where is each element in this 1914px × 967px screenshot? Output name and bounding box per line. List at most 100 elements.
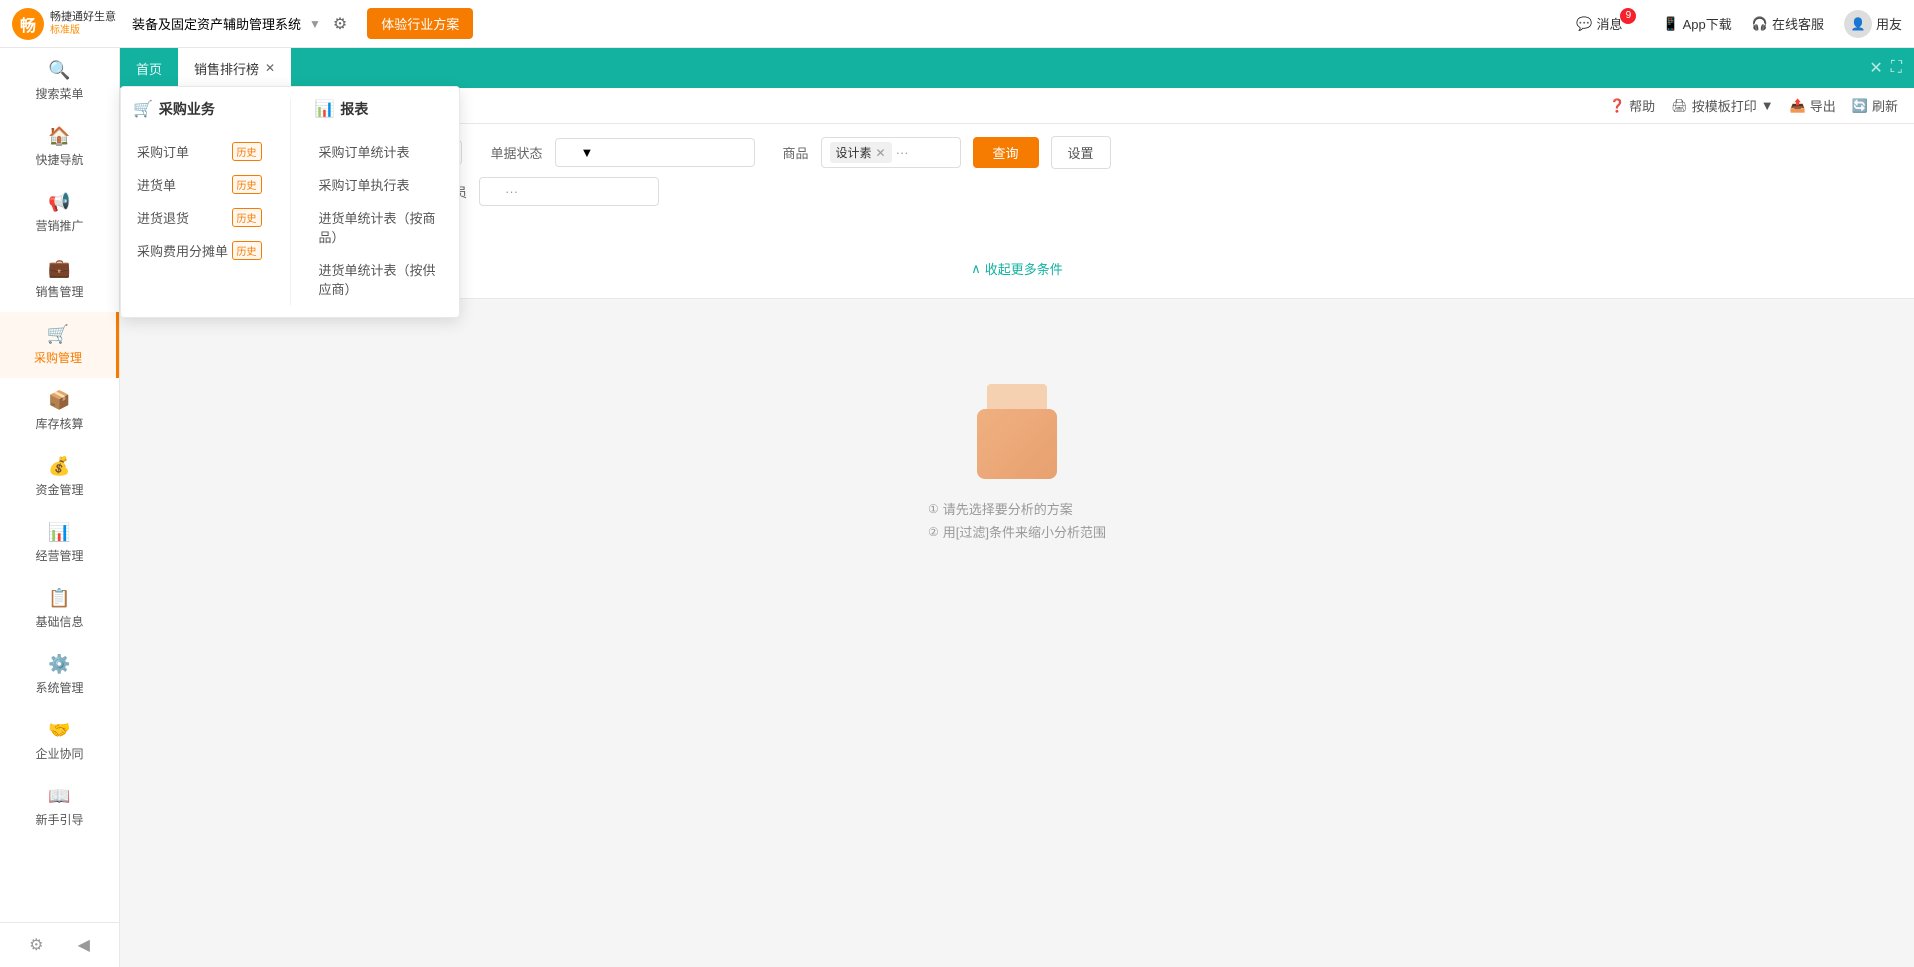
search-icon: 🔍 (48, 60, 70, 81)
export-label: 导出 (1810, 96, 1836, 115)
phone-icon: 📱 (1662, 16, 1678, 32)
header-right: 💬 消息 9 📱 App下载 🎧 在线客服 👤 用友 (1576, 10, 1902, 38)
tab-bar: 首页 销售排行榜 ✕ ✕ ⛶ (120, 48, 1914, 88)
sidebar-item-operation[interactable]: 📊 经营管理 (0, 510, 119, 576)
sidebar-item-corp[interactable]: 🤝 企业协同 (0, 708, 119, 774)
report-section-title: 📊 报表 (315, 99, 448, 125)
refresh-label: 刷新 (1872, 96, 1898, 115)
menu-item-purchase-order-stat[interactable]: 采购订单统计表 (315, 135, 448, 168)
system-name: 装备及固定资产辅助管理系统 (132, 14, 301, 33)
report-section: 📊 报表 采购订单统计表 采购订单执行表 进货单统计表（按商品） 进货单统计表（… (315, 99, 448, 305)
inventory-icon: 📦 (48, 390, 70, 411)
finance-icon: 💰 (48, 456, 70, 477)
menu-item-purchase-order[interactable]: 采购订单 历史 (133, 135, 266, 168)
menu-item-purchase-return[interactable]: 进货退货 历史 (133, 201, 266, 234)
print-icon: 🖨 (1671, 98, 1688, 114)
basic-icon: 📋 (48, 588, 70, 609)
sidebar-label-system: 系统管理 (35, 679, 83, 696)
sidebar-label-inventory: 库存核算 (35, 415, 83, 432)
tab-close-all-icon[interactable]: ✕ (1869, 58, 1882, 78)
operation-icon: 📊 (48, 522, 70, 543)
salesperson-filter-select[interactable]: ··· (479, 177, 659, 206)
sidebar-label-nav: 快捷导航 (35, 151, 83, 168)
service-label: 在线客服 (1772, 14, 1824, 33)
history-badge-2[interactable]: 历史 (232, 175, 262, 194)
settings-bottom-icon[interactable]: ⚙ (29, 935, 43, 955)
refresh-icon: 🔄 (1852, 98, 1868, 114)
logo-title: 畅捷通好生意 (50, 10, 116, 24)
purchase-section-icon: 🛒 (133, 99, 153, 119)
sidebar-item-search[interactable]: 🔍 搜索菜单 (0, 48, 119, 114)
collapse-sidebar-icon[interactable]: ◀ (78, 935, 90, 955)
set-btn[interactable]: 设置 (1051, 136, 1111, 169)
sales-rank-tab-label: 销售排行榜 (194, 59, 259, 78)
marketing-icon: 📢 (48, 192, 70, 213)
sidebar-item-inventory[interactable]: 📦 库存核算 (0, 378, 119, 444)
query-btn[interactable]: 查询 (973, 137, 1039, 168)
menu-item-purchase-order-exec[interactable]: 采购订单执行表 (315, 168, 448, 201)
app-download-action[interactable]: 📱 App下载 (1662, 14, 1731, 33)
history-badge-1[interactable]: 历史 (232, 142, 262, 161)
empty-illustration (957, 379, 1077, 479)
menu-item-purchase-in-supplier-stat[interactable]: 进货单统计表（按供应商） (315, 253, 448, 305)
industry-btn[interactable]: 体验行业方案 (367, 8, 473, 39)
sidebar-item-finance[interactable]: 💰 资金管理 (0, 444, 119, 510)
sidebar-item-basic[interactable]: 📋 基础信息 (0, 576, 119, 642)
sidebar-label-operation: 经营管理 (35, 547, 83, 564)
purchase-title-label: 采购业务 (159, 99, 215, 119)
system-icon: ⚙️ (48, 654, 70, 675)
empty-hints: 请先选择要分析的方案 用[过滤]条件来缩小分析范围 (928, 499, 1106, 545)
goods-dots[interactable]: ··· (896, 145, 909, 160)
purchase-section: 🛒 采购业务 采购订单 历史 进货单 历史 进货退货 历史 采购费用分摊单 历史 (133, 99, 266, 305)
status-filter-select[interactable]: ▼ (555, 138, 755, 167)
tab-close-icon[interactable]: ✕ (265, 61, 275, 75)
user-action[interactable]: 👤 用友 (1844, 10, 1902, 38)
report-section-icon: 📊 (315, 99, 335, 119)
purchase-expense-label: 采购费用分摊单 (137, 241, 228, 260)
print-label: 按模板打印 (1692, 96, 1757, 115)
sidebar-label-search: 搜索菜单 (35, 85, 83, 102)
gear-icon[interactable]: ⚙ (333, 14, 347, 34)
system-arrow-icon[interactable]: ▼ (309, 17, 321, 31)
message-action[interactable]: 💬 消息 9 (1576, 14, 1642, 33)
purchase-in-goods-stat-label: 进货单统计表（按商品） (319, 208, 444, 246)
print-action[interactable]: 🖨 按模板打印 ▼ (1671, 96, 1773, 115)
tab-home[interactable]: 首页 (120, 48, 178, 88)
collapse-arrow-icon: ∧ (971, 261, 981, 277)
message-badge: 9 (1620, 8, 1636, 24)
purchase-dropdown-menu: 🛒 采购业务 采购订单 历史 进货单 历史 进货退货 历史 采购费用分摊单 历史… (120, 86, 460, 318)
purchase-in-supplier-stat-label: 进货单统计表（按供应商） (319, 260, 444, 298)
app-label: App下载 (1683, 14, 1732, 33)
service-action[interactable]: 🎧 在线客服 (1752, 14, 1824, 33)
logo-area: 畅 畅捷通好生意 标准版 (12, 8, 132, 40)
sidebar-item-marketing[interactable]: 📢 营销推广 (0, 180, 119, 246)
goods-tag-label: 设计素 (836, 144, 872, 161)
goods-filter-select[interactable]: 设计素 ✕ ··· (821, 137, 961, 168)
goods-tag-close[interactable]: ✕ (876, 146, 886, 160)
sidebar-item-system[interactable]: ⚙️ 系统管理 (0, 642, 119, 708)
export-action[interactable]: 📤 导出 (1790, 96, 1836, 115)
history-badge-3[interactable]: 历史 (232, 208, 262, 227)
menu-item-purchase-expense[interactable]: 采购费用分摊单 历史 (133, 234, 266, 267)
menu-item-purchase-in[interactable]: 进货单 历史 (133, 168, 266, 201)
status-filter-label: 单据状态 (490, 143, 542, 162)
sidebar-item-guide[interactable]: 📖 新手引导 (0, 774, 119, 840)
goods-tag: 设计素 ✕ (830, 142, 892, 163)
help-action[interactable]: ❓ 帮助 (1609, 96, 1655, 115)
history-badge-4[interactable]: 历史 (232, 241, 262, 260)
refresh-action[interactable]: 🔄 刷新 (1852, 96, 1898, 115)
salesperson-dots[interactable]: ··· (505, 184, 518, 199)
menu-item-purchase-in-goods-stat[interactable]: 进货单统计表（按商品） (315, 201, 448, 253)
purchase-section-title: 🛒 采购业务 (133, 99, 266, 125)
sidebar-item-nav[interactable]: 🏠 快捷导航 (0, 114, 119, 180)
sidebar-item-purchase[interactable]: 🛒 采购管理 (0, 312, 119, 378)
sidebar-item-sales[interactable]: 💼 销售管理 (0, 246, 119, 312)
print-arrow-icon[interactable]: ▼ (1761, 98, 1774, 113)
system-title-area: 装备及固定资产辅助管理系统 ▼ ⚙ 体验行业方案 (132, 8, 1576, 39)
user-label: 用友 (1876, 14, 1902, 33)
sidebar-label-sales: 销售管理 (35, 283, 83, 300)
tab-sales-rank[interactable]: 销售排行榜 ✕ (178, 48, 291, 88)
home-icon: 🏠 (48, 126, 70, 147)
sidebar-label-corp: 企业协同 (35, 745, 83, 762)
tab-fullscreen-icon[interactable]: ⛶ (1891, 59, 1902, 77)
